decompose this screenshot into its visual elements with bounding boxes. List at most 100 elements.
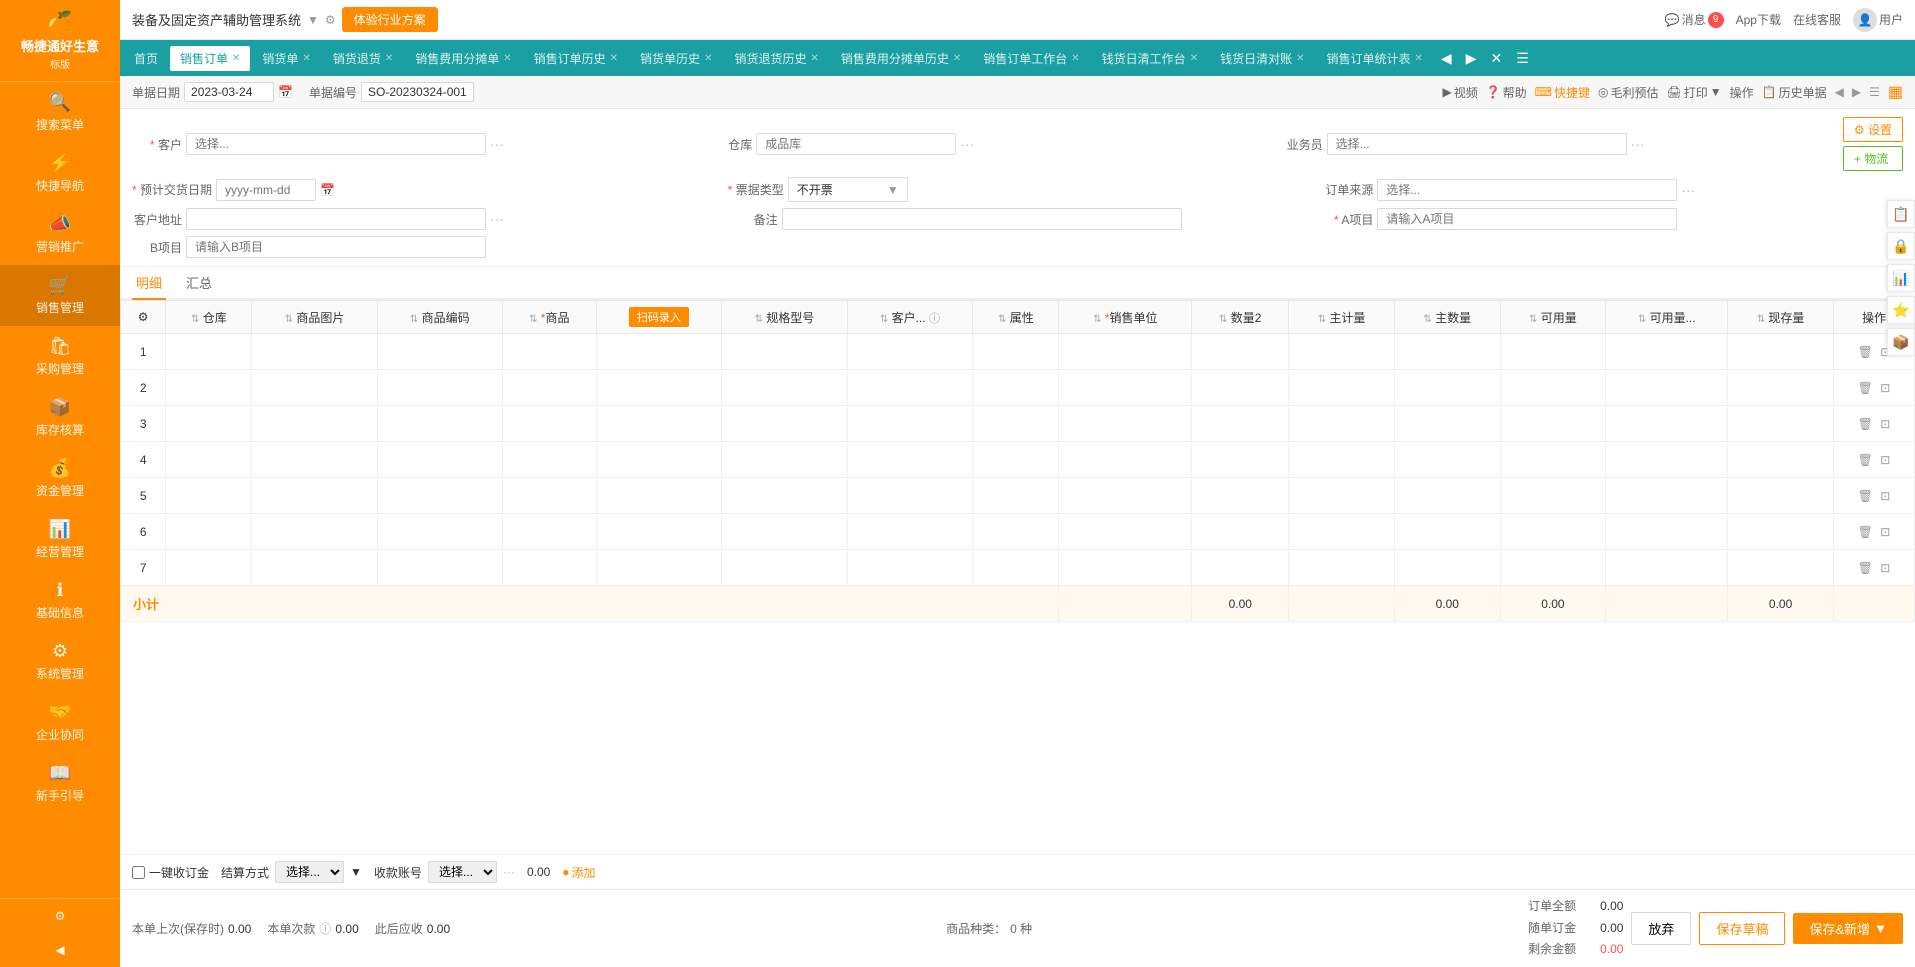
industry-btn[interactable]: 体验行业方案	[342, 7, 438, 32]
row-copy-icon[interactable]: ⊡	[1880, 489, 1890, 503]
row-spec[interactable]	[722, 442, 847, 478]
one-click-checkbox[interactable]	[132, 866, 145, 879]
sidebar-item-operations[interactable]: 📊 经营管理	[0, 509, 120, 570]
row-main-qty[interactable]	[1394, 406, 1500, 442]
row-spec[interactable]	[722, 514, 847, 550]
row-warehouse[interactable]	[166, 370, 252, 406]
row-code[interactable]	[377, 334, 502, 370]
right-panel-btn-2[interactable]: 🔒	[1887, 232, 1915, 260]
row-sale-unit[interactable]	[1059, 478, 1192, 514]
user-area[interactable]: 👤 用户	[1853, 8, 1903, 32]
app-download-link[interactable]: App下载	[1736, 11, 1781, 28]
row-attribute[interactable]	[973, 334, 1059, 370]
row-goods[interactable]	[502, 442, 596, 478]
calendar2-icon[interactable]: 📅	[320, 183, 335, 197]
tab-close-icon[interactable]: ✕	[810, 53, 818, 64]
tab-close-icon[interactable]: ✕	[385, 53, 393, 64]
row-customer-code[interactable]	[847, 550, 973, 586]
sidebar-item-inventory[interactable]: 📦 库存核算	[0, 387, 120, 448]
row-qty2[interactable]	[1192, 406, 1289, 442]
tab-close-icon[interactable]: ✕	[610, 53, 618, 64]
customer-dots-btn[interactable]: ···	[490, 136, 504, 152]
one-click-collect[interactable]: 一键收订金	[132, 864, 209, 881]
tab-close-icon[interactable]: ✕	[1190, 53, 1198, 64]
row-delete-icon[interactable]: 🗑	[1858, 489, 1873, 503]
row-warehouse[interactable]	[166, 406, 252, 442]
row-delete-icon[interactable]: 🗑	[1858, 453, 1873, 467]
warehouse-input[interactable]	[756, 133, 956, 155]
row-code[interactable]	[377, 478, 502, 514]
warehouse-dots-btn[interactable]: ···	[960, 136, 974, 152]
row-spec[interactable]	[722, 370, 847, 406]
grid-view-icon[interactable]: ☰	[1869, 85, 1880, 99]
column-settings-icon[interactable]: ⚙	[138, 310, 149, 324]
row-spec[interactable]	[722, 478, 847, 514]
project-a-input[interactable]	[1377, 208, 1677, 230]
message-area[interactable]: 💬 消息 9	[1665, 11, 1724, 28]
bank-account-select[interactable]: 选择...	[428, 861, 497, 883]
row-sale-unit[interactable]	[1059, 442, 1192, 478]
row-spec[interactable]	[722, 334, 847, 370]
row-code[interactable]	[377, 406, 502, 442]
row-sale-unit[interactable]	[1059, 406, 1192, 442]
row-goods[interactable]	[502, 370, 596, 406]
sidebar-item-system[interactable]: ⚙ 系统管理	[0, 631, 120, 692]
tab-sales-history[interactable]: 销售订单历史 ✕	[524, 46, 628, 71]
row-qty2[interactable]	[1192, 370, 1289, 406]
row-copy-icon[interactable]: ⊡	[1880, 561, 1890, 575]
tab-close-icon[interactable]: ✕	[1296, 53, 1304, 64]
row-qty2[interactable]	[1192, 514, 1289, 550]
row-main-qty[interactable]	[1394, 370, 1500, 406]
row-goods[interactable]	[502, 550, 596, 586]
row-attribute[interactable]	[973, 550, 1059, 586]
row-customer-code[interactable]	[847, 442, 973, 478]
data-table-wrapper[interactable]: ⚙ ⇅ 仓库 ⇅ 商品图片 ⇅ 商品编码 ⇅ *商品 扫码录入 ⇅ 规格型号 ⇅…	[120, 300, 1915, 854]
tab-close-icon[interactable]: ✕	[302, 53, 310, 64]
row-copy-icon[interactable]: ⊡	[1880, 417, 1890, 431]
address-dots-btn[interactable]: ···	[490, 211, 504, 227]
row-delete-icon[interactable]: 🗑	[1858, 345, 1873, 359]
sidebar-item-finance[interactable]: 💰 资金管理	[0, 448, 120, 509]
row-main-qty[interactable]	[1394, 478, 1500, 514]
customer-input[interactable]	[186, 133, 486, 155]
tab-sales-expense[interactable]: 销售费用分摊单 ✕	[405, 46, 521, 71]
bank-dots-btn[interactable]: ···	[503, 865, 515, 879]
sidebar-item-marketing[interactable]: 📣 营销推广	[0, 204, 120, 265]
tab-home[interactable]: 首页	[124, 46, 168, 71]
tab-sales-invoice[interactable]: 销货单 ✕	[252, 46, 320, 71]
row-main-qty[interactable]	[1394, 514, 1500, 550]
row-qty2[interactable]	[1192, 550, 1289, 586]
sidebar-item-basic-info[interactable]: ℹ 基础信息	[0, 570, 120, 631]
row-delete-icon[interactable]: 🗑	[1858, 417, 1873, 431]
tab-return-history[interactable]: 销货退货历史 ✕	[724, 46, 828, 71]
tab-expense-history[interactable]: 销售费用分摊单历史 ✕	[831, 46, 971, 71]
row-customer-code[interactable]	[847, 334, 973, 370]
remark-input[interactable]	[782, 208, 1182, 230]
row-qty2[interactable]	[1192, 334, 1289, 370]
tab-cash-workbench[interactable]: 钱货日清工作台 ✕	[1092, 46, 1208, 71]
tab-next-btn[interactable]: ▶	[1460, 48, 1483, 69]
history-btn[interactable]: 📋 历史单据	[1762, 84, 1827, 101]
tab-close-icon[interactable]: ✕	[503, 53, 511, 64]
order-source-dots-btn[interactable]: ···	[1681, 182, 1695, 198]
row-copy-icon[interactable]: ⊡	[1880, 525, 1890, 539]
tab-summary[interactable]: 汇总	[182, 267, 216, 300]
row-qty2[interactable]	[1192, 478, 1289, 514]
doc-date-value[interactable]: 2023-03-24	[184, 82, 274, 102]
sidebar-item-quicknav[interactable]: ⚡ 快捷导航	[0, 143, 120, 204]
row-qty2[interactable]	[1192, 442, 1289, 478]
row-warehouse[interactable]	[166, 334, 252, 370]
settings-btn[interactable]: ⚙ 设置	[1843, 117, 1903, 142]
right-panel-btn-4[interactable]: ⭐	[1887, 296, 1915, 324]
tab-menu-btn[interactable]: ☰	[1510, 48, 1535, 69]
print-btn[interactable]: 🖨 打印 ▼	[1667, 84, 1722, 101]
row-sale-unit[interactable]	[1059, 550, 1192, 586]
scan-btn[interactable]: 扫码录入	[629, 307, 689, 327]
row-warehouse[interactable]	[166, 442, 252, 478]
sidebar-item-purchase[interactable]: 🛍 采购管理	[0, 326, 120, 387]
customer-address-input[interactable]	[186, 208, 486, 230]
tab-close-icon[interactable]: ✕	[1071, 53, 1079, 64]
tab-sales-order[interactable]: 销售订单 ✕	[170, 46, 250, 71]
save-new-btn[interactable]: 保存&新增 ▼	[1793, 913, 1903, 944]
profit-btn[interactable]: ◎ 毛利预估	[1598, 84, 1659, 101]
